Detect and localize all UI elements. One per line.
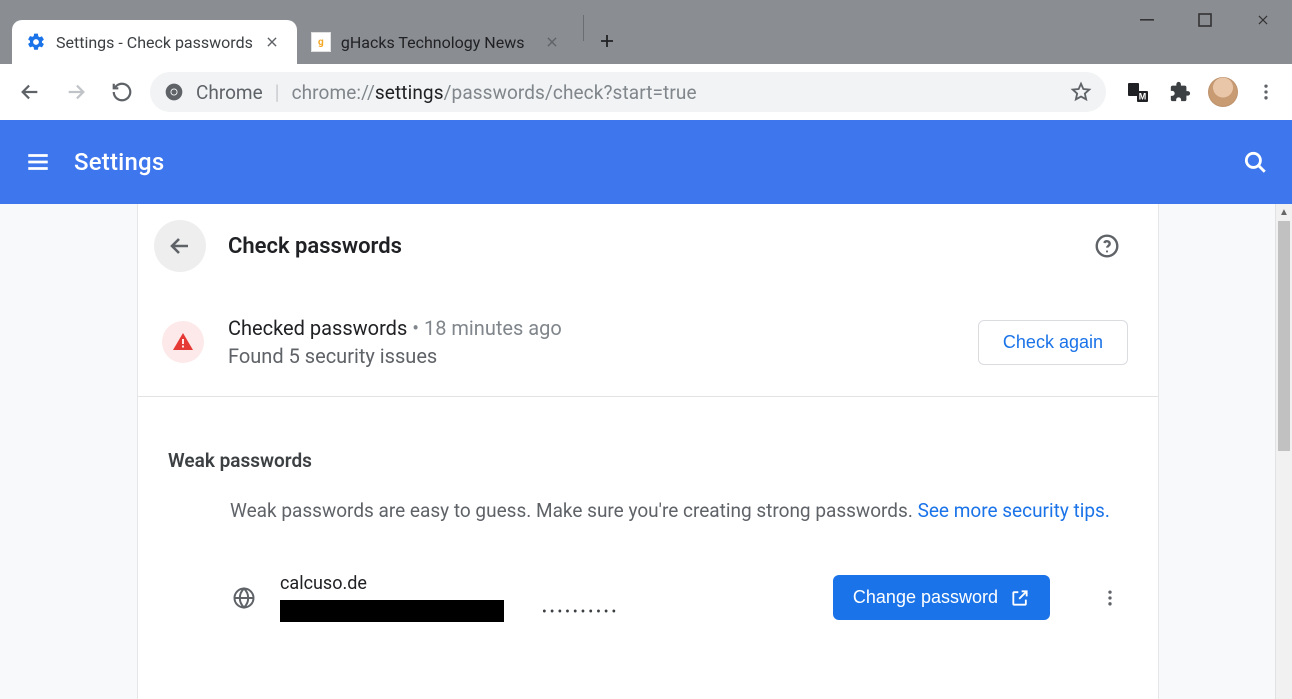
toolbar-actions: M <box>1116 77 1280 107</box>
weak-passwords-heading: Weak passwords <box>138 397 1158 472</box>
check-status-row: Checked passwords • 18 minutes ago Found… <box>138 288 1158 396</box>
site-domain: calcuso.de <box>280 573 514 594</box>
chrome-icon <box>164 82 184 102</box>
status-headline: Checked passwords <box>228 316 407 340</box>
new-tab-button[interactable] <box>590 24 624 58</box>
svg-text:M: M <box>1139 92 1147 102</box>
redacted-username <box>280 600 504 622</box>
settings-app-header: Settings <box>0 120 1292 204</box>
settings-stage: Check passwords Checked passwords • 18 m… <box>0 204 1275 699</box>
card-header: Check passwords <box>138 204 1158 288</box>
close-icon[interactable] <box>263 33 281 51</box>
reload-button[interactable] <box>104 74 140 110</box>
tab-title: gHacks Technology News <box>341 33 525 52</box>
more-options-icon[interactable] <box>1092 580 1128 616</box>
menu-icon[interactable] <box>24 148 52 176</box>
scroll-thumb[interactable] <box>1278 221 1290 451</box>
gear-icon <box>26 32 46 52</box>
minimize-button[interactable] <box>1118 0 1176 40</box>
address-bar[interactable]: Chrome | chrome://settings/passwords/che… <box>150 72 1106 112</box>
profile-avatar[interactable] <box>1208 77 1238 107</box>
tab-settings-passwords[interactable]: Settings - Check passwords <box>12 20 297 64</box>
site-icon: g <box>311 32 331 52</box>
window-close-button[interactable] <box>1234 0 1292 40</box>
tab-separator <box>583 15 584 41</box>
external-link-icon <box>1010 588 1030 608</box>
scroll-up-icon[interactable]: ▲ <box>1276 204 1292 221</box>
masked-password: •••••••••• <box>542 604 619 622</box>
page-title: Check passwords <box>228 234 402 259</box>
search-icon[interactable] <box>1242 149 1268 175</box>
globe-icon <box>230 584 258 612</box>
browser-toolbar: Chrome | chrome://settings/passwords/che… <box>0 64 1292 120</box>
url-text: chrome://settings/passwords/check?start=… <box>292 81 697 104</box>
status-time: 18 minutes ago <box>424 316 562 340</box>
check-again-button[interactable]: Check again <box>978 320 1128 365</box>
browser-titlebar: Settings - Check passwords g gHacks Tech… <box>0 0 1292 64</box>
close-icon[interactable] <box>543 33 561 51</box>
settings-card: Check passwords Checked passwords • 18 m… <box>138 204 1158 699</box>
status-issues: Found 5 security issues <box>228 344 562 368</box>
settings-title: Settings <box>74 148 164 176</box>
tab-strip: Settings - Check passwords g gHacks Tech… <box>0 0 624 64</box>
extension-icon[interactable]: M <box>1124 78 1152 106</box>
security-tips-link[interactable]: See more security tips. <box>918 499 1110 522</box>
vertical-separator: | <box>275 80 280 104</box>
window-controls <box>1118 0 1292 40</box>
help-icon[interactable] <box>1094 233 1120 259</box>
chrome-menu-icon[interactable] <box>1252 78 1280 106</box>
maximize-button[interactable] <box>1176 0 1234 40</box>
back-button[interactable] <box>154 220 206 272</box>
tab-ghacks[interactable]: g gHacks Technology News <box>297 20 577 64</box>
scrollbar[interactable]: ▲ <box>1275 204 1292 699</box>
warning-icon <box>162 321 204 363</box>
bookmark-star-icon[interactable] <box>1070 81 1092 103</box>
weak-passwords-description: Weak passwords are easy to guess. Make s… <box>138 472 1158 525</box>
forward-button[interactable] <box>58 74 94 110</box>
password-entry-row: calcuso.de •••••••••• Change password <box>138 525 1158 622</box>
url-scheme-label: Chrome <box>196 81 263 104</box>
extensions-puzzle-icon[interactable] <box>1166 78 1194 106</box>
status-text: Checked passwords • 18 minutes ago Found… <box>228 316 562 368</box>
change-password-button[interactable]: Change password <box>833 575 1050 620</box>
back-button[interactable] <box>12 74 48 110</box>
tab-title: Settings - Check passwords <box>56 33 253 52</box>
